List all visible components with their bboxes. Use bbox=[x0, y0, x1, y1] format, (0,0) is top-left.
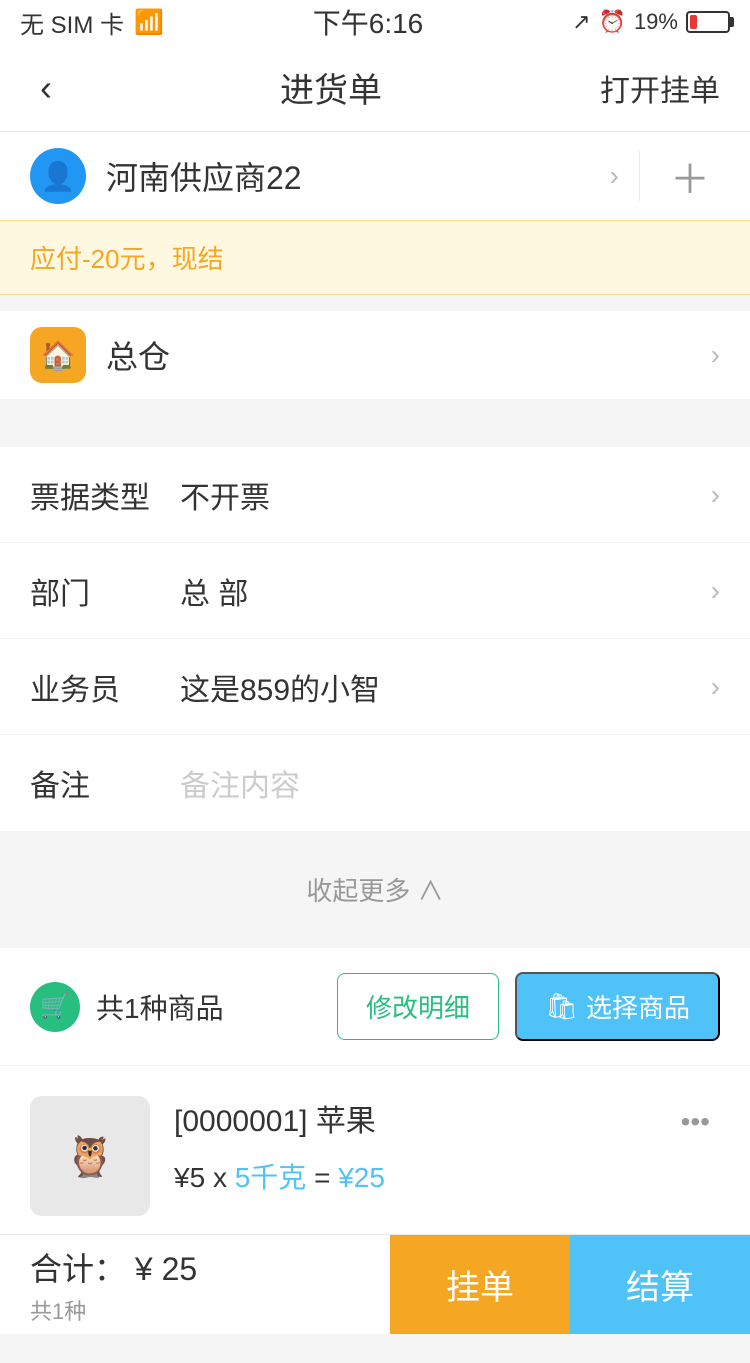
bottom-bar: 合计： ¥ 25 共1种 挂单 结算 bbox=[0, 1234, 750, 1334]
select-icon: 🛍 bbox=[545, 991, 578, 1022]
status-right: ↗ ⏰ 19% bbox=[572, 9, 730, 35]
product-code: [0000001] bbox=[174, 1105, 307, 1138]
product-name: [0000001] 苹果 bbox=[174, 1096, 671, 1140]
product-item: 🦉 [0000001] 苹果 ¥5 x 5千克 = ¥25 ••• bbox=[0, 1066, 750, 1247]
page-title: 进货单 bbox=[280, 63, 382, 112]
product-thumbnail: 🦉 bbox=[30, 1096, 150, 1216]
wifi-icon: 📶 bbox=[134, 8, 164, 37]
location-icon: ↗ bbox=[572, 9, 590, 35]
remark-label: 备注 bbox=[30, 761, 170, 805]
product-price: ¥5 x 5千克 = ¥25 bbox=[174, 1156, 671, 1196]
equals-sign: = bbox=[314, 1162, 338, 1193]
total-section: 合计： ¥ 25 共1种 bbox=[0, 1235, 390, 1334]
supplier-divider bbox=[639, 151, 640, 201]
notice-bar: 应付-20元，现结 bbox=[0, 220, 750, 295]
battery-fill bbox=[690, 15, 697, 29]
total-amount: 合计： ¥ 25 bbox=[30, 1244, 360, 1290]
remark-input[interactable]: 备注内容 bbox=[180, 761, 720, 805]
checkout-button[interactable]: 结算 bbox=[570, 1235, 750, 1334]
dept-value: 总 部 bbox=[180, 569, 711, 613]
collapse-button[interactable]: 收起更多 ∧ bbox=[0, 847, 750, 932]
sales-label: 业务员 bbox=[30, 665, 170, 709]
products-section: 🛒 共1种商品 修改明细 🛍 选择商品 🦉 [0000001] 苹果 ¥5 x … bbox=[0, 948, 750, 1247]
home-icon: 🏠 bbox=[41, 339, 76, 372]
dept-label: 部门 bbox=[30, 569, 170, 613]
supplier-avatar: 👤 bbox=[30, 148, 86, 204]
unit-price: ¥5 bbox=[174, 1162, 205, 1193]
edit-detail-button[interactable]: 修改明细 bbox=[337, 973, 499, 1040]
invoice-value: 不开票 bbox=[180, 473, 711, 517]
total-count: 共1种 bbox=[30, 1294, 360, 1326]
remark-row[interactable]: 备注 备注内容 bbox=[0, 735, 750, 831]
status-left: 无 SIM 卡 📶 bbox=[20, 5, 164, 40]
warehouse-section[interactable]: 🏠 总仓 › bbox=[0, 311, 750, 399]
invoice-row[interactable]: 票据类型 不开票 › bbox=[0, 447, 750, 543]
chevron-right-icon: › bbox=[711, 339, 720, 371]
product-info: [0000001] 苹果 ¥5 x 5千克 = ¥25 bbox=[174, 1096, 671, 1196]
chevron-right-icon: › bbox=[711, 575, 720, 607]
multiply-sign: x bbox=[213, 1162, 235, 1193]
warehouse-icon: 🏠 bbox=[30, 327, 86, 383]
chevron-right-icon: › bbox=[711, 479, 720, 511]
products-count: 共1种商品 bbox=[96, 987, 337, 1027]
alarm-icon: ⏰ bbox=[599, 9, 626, 35]
open-hang-button[interactable]: 打开挂单 bbox=[600, 66, 720, 110]
warehouse-name: 总仓 bbox=[106, 332, 711, 378]
supplier-row[interactable]: 👤 河南供应商22 › ＋ bbox=[0, 132, 750, 220]
nav-bar: ‹ 进货单 打开挂单 bbox=[0, 44, 750, 132]
carrier-text: 无 SIM 卡 bbox=[20, 5, 124, 40]
sales-value: 这是859的小智 bbox=[180, 665, 711, 709]
product-thumb-icon: 🦉 bbox=[65, 1133, 115, 1180]
item-total: ¥25 bbox=[338, 1162, 385, 1193]
add-button[interactable]: ＋ bbox=[660, 137, 720, 215]
chevron-right-icon: › bbox=[610, 160, 619, 192]
quantity: 5千克 bbox=[235, 1162, 307, 1193]
battery-percentage: 19% bbox=[634, 9, 678, 35]
products-header: 🛒 共1种商品 修改明细 🛍 选择商品 bbox=[0, 948, 750, 1066]
sales-row[interactable]: 业务员 这是859的小智 › bbox=[0, 639, 750, 735]
battery-indicator bbox=[686, 11, 730, 33]
invoice-label: 票据类型 bbox=[30, 473, 170, 517]
person-icon: 👤 bbox=[41, 160, 76, 193]
dept-row[interactable]: 部门 总 部 › bbox=[0, 543, 750, 639]
select-label: 选择商品 bbox=[586, 988, 690, 1025]
supplier-name: 河南供应商22 bbox=[106, 153, 610, 199]
back-button[interactable]: ‹ bbox=[30, 57, 62, 119]
chevron-right-icon: › bbox=[711, 671, 720, 703]
select-product-button[interactable]: 🛍 选择商品 bbox=[515, 972, 720, 1041]
time-display: 下午6:16 bbox=[313, 2, 424, 42]
cart-icon: 🛒 bbox=[40, 992, 70, 1021]
more-options-button[interactable]: ••• bbox=[671, 1096, 720, 1148]
supplier-section: 👤 河南供应商22 › ＋ 应付-20元，现结 bbox=[0, 132, 750, 295]
status-bar: 无 SIM 卡 📶 下午6:16 ↗ ⏰ 19% bbox=[0, 0, 750, 44]
hang-button[interactable]: 挂单 bbox=[390, 1235, 570, 1334]
product-title: 苹果 bbox=[316, 1105, 376, 1138]
form-section: 票据类型 不开票 › 部门 总 部 › 业务员 这是859的小智 › 备注 备注… bbox=[0, 447, 750, 831]
total-value: ¥ 25 bbox=[135, 1251, 197, 1287]
products-icon: 🛒 bbox=[30, 982, 80, 1032]
total-label: 合计： bbox=[30, 1251, 126, 1287]
